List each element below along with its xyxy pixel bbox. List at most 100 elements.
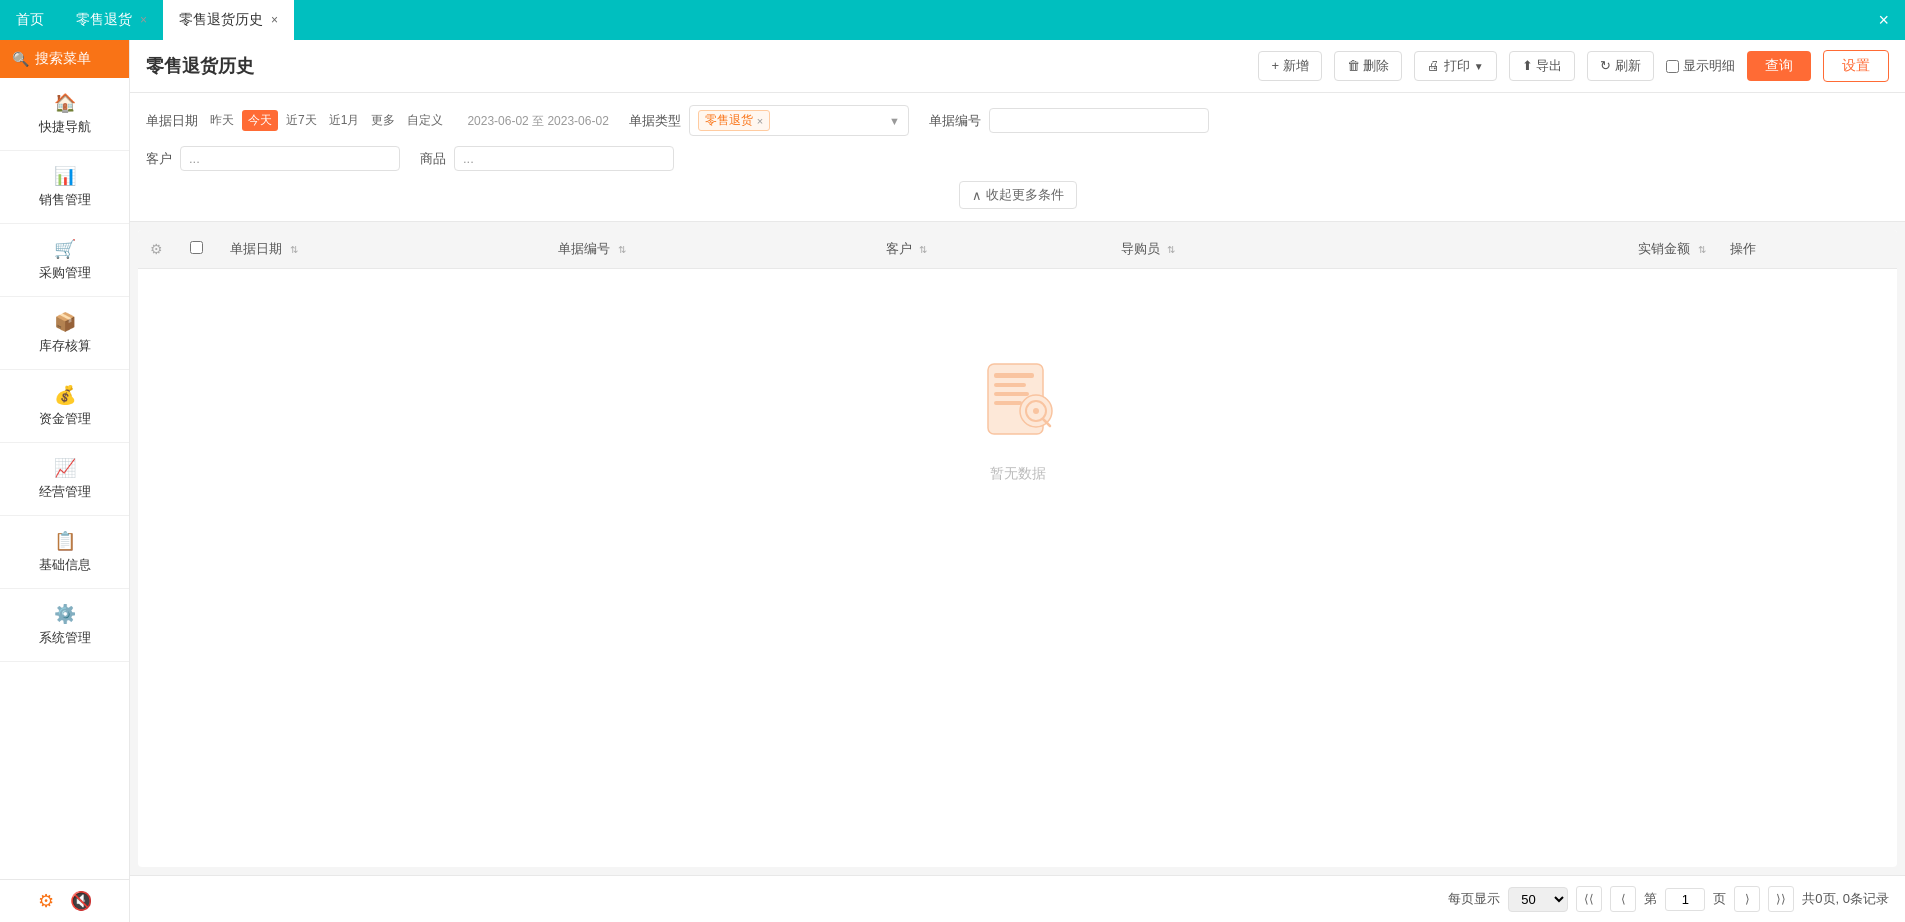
date-today[interactable]: 今天 — [242, 110, 278, 131]
sidebar-item-finance-label: 资金管理 — [39, 410, 91, 428]
page-input[interactable] — [1665, 888, 1705, 911]
sidebar-search[interactable]: 🔍 搜索菜单 — [0, 40, 129, 78]
date-more[interactable]: 更多 — [367, 110, 399, 131]
doc-type-tag-close[interactable]: × — [757, 115, 763, 127]
sidebar-item-sys-mgmt-label: 系统管理 — [39, 629, 91, 647]
main-layout: 🔍 搜索菜单 🏠 快捷导航 📊 销售管理 🛒 采购管理 📦 库存核算 💰 资金管… — [0, 40, 1905, 922]
sidebar-item-sales-mgmt[interactable]: 📊 销售管理 — [0, 151, 129, 224]
date-1month[interactable]: 近1月 — [325, 110, 364, 131]
tab-retail-return-close[interactable]: × — [140, 13, 147, 27]
tab-retail-return-history-label: 零售退货历史 — [179, 11, 263, 29]
show-detail-label: 显示明细 — [1666, 57, 1735, 75]
last-page-button[interactable]: ⟩⟩ — [1768, 886, 1794, 912]
collapse-row: ∧ 收起更多条件 — [146, 181, 1889, 209]
th-amount: 实销金额 ⇅ — [1390, 230, 1718, 269]
tab-home-label: 首页 — [16, 11, 44, 29]
sidebar-item-sys-mgmt[interactable]: ⚙️ 系统管理 — [0, 589, 129, 662]
sidebar-item-operations[interactable]: 📈 经营管理 — [0, 443, 129, 516]
table-settings-icon[interactable]: ⚙ — [150, 241, 163, 257]
th-amount-sort-icon[interactable]: ⇅ — [1698, 244, 1706, 255]
doc-type-select[interactable]: 零售退货 × ▼ — [689, 105, 909, 136]
page-size-select[interactable]: 50 10 20 100 — [1508, 887, 1568, 912]
page-unit: 页 — [1713, 890, 1726, 908]
mute-icon[interactable]: 🔇 — [70, 890, 92, 912]
tab-home[interactable]: 首页 — [0, 0, 60, 40]
query-button[interactable]: 查询 — [1747, 51, 1811, 81]
settings-button[interactable]: 设置 — [1823, 50, 1889, 82]
base-info-icon: 📋 — [54, 530, 76, 552]
date-yesterday[interactable]: 昨天 — [206, 110, 238, 131]
sidebar-item-base-info[interactable]: 📋 基础信息 — [0, 516, 129, 589]
empty-text: 暂无数据 — [990, 465, 1046, 483]
svg-rect-3 — [994, 392, 1029, 396]
tab-retail-return-history[interactable]: 零售退货历史 × — [163, 0, 294, 40]
collapse-button[interactable]: ∧ 收起更多条件 — [959, 181, 1077, 209]
table-body: 暂无数据 — [138, 269, 1897, 564]
date-7days[interactable]: 近7天 — [282, 110, 321, 131]
filter-area: 单据日期 昨天 今天 近7天 近1月 更多 自定义 2023-06-02 至 2… — [130, 93, 1905, 222]
sidebar-bottom: ⚙ 🔇 — [0, 879, 129, 922]
delete-button[interactable]: 🗑 删除 — [1334, 51, 1403, 81]
sidebar-item-purchase-mgmt-label: 采购管理 — [39, 264, 91, 282]
search-icon: 🔍 — [12, 51, 29, 67]
sidebar-item-inventory[interactable]: 📦 库存核算 — [0, 297, 129, 370]
sidebar-item-quick-nav[interactable]: 🏠 快捷导航 — [0, 78, 129, 151]
customer-filter: 客户 ... — [146, 146, 400, 171]
doc-type-tag-text: 零售退货 — [705, 112, 753, 129]
customer-dots: ... — [189, 151, 200, 166]
print-dropdown-icon: ▼ — [1474, 61, 1484, 72]
settings-bottom-icon[interactable]: ⚙ — [38, 890, 54, 912]
prev-page-button[interactable]: ⟨ — [1610, 886, 1636, 912]
sidebar-item-purchase-mgmt[interactable]: 🛒 采购管理 — [0, 224, 129, 297]
svg-point-8 — [1033, 408, 1039, 414]
table-header: ⚙ 单据日期 ⇅ 单据编号 ⇅ — [138, 230, 1897, 269]
new-button[interactable]: + 新增 — [1258, 51, 1321, 81]
doc-number-filter: 单据编号 — [929, 108, 1209, 133]
goods-label: 商品 — [420, 150, 446, 168]
print-button[interactable]: 🖨 打印 ▼ — [1414, 51, 1497, 81]
empty-state-illustration — [968, 349, 1068, 449]
goods-dots: ... — [463, 151, 474, 166]
customer-label: 客户 — [146, 150, 172, 168]
window-close-button[interactable]: × — [1862, 10, 1905, 31]
show-detail-checkbox[interactable] — [1666, 60, 1679, 73]
filter-row-1: 单据日期 昨天 今天 近7天 近1月 更多 自定义 2023-06-02 至 2… — [146, 105, 1889, 136]
tab-bar: 首页 零售退货 × 零售退货历史 × — [0, 0, 1862, 40]
th-salesperson-sort-icon[interactable]: ⇅ — [1167, 244, 1175, 255]
page-size-label: 每页显示 — [1448, 890, 1500, 908]
date-range-display: 2023-06-02 至 2023-06-02 — [467, 111, 608, 130]
svg-rect-4 — [994, 401, 1022, 405]
total-text: 共0页, 0条记录 — [1802, 890, 1889, 908]
doc-number-input[interactable] — [989, 108, 1209, 133]
filter-row-2: 客户 ... 商品 ... — [146, 146, 1889, 171]
th-date-sort-icon[interactable]: ⇅ — [290, 244, 298, 255]
sidebar-item-finance[interactable]: 💰 资金管理 — [0, 370, 129, 443]
refresh-button[interactable]: ↻ 刷新 — [1587, 51, 1654, 81]
goods-filter: 商品 ... — [420, 146, 674, 171]
first-page-button[interactable]: ⟨⟨ — [1576, 886, 1602, 912]
th-customer-sort-icon[interactable]: ⇅ — [919, 244, 927, 255]
th-doc-number-sort-icon[interactable]: ⇅ — [618, 244, 626, 255]
next-page-button[interactable]: ⟩ — [1734, 886, 1760, 912]
collapse-label: 收起更多条件 — [986, 186, 1064, 204]
date-custom[interactable]: 自定义 — [403, 110, 447, 131]
print-label: 🖨 打印 — [1427, 57, 1470, 75]
sidebar-item-sales-mgmt-label: 销售管理 — [39, 191, 91, 209]
customer-select[interactable]: ... — [180, 146, 400, 171]
export-button[interactable]: ⬆ 导出 — [1509, 51, 1576, 81]
svg-rect-1 — [994, 373, 1034, 378]
header-actions: + 新增 🗑 删除 🖨 打印 ▼ ⬆ 导出 ↻ 刷新 显示明细 查询 设置 — [1258, 50, 1889, 82]
goods-select[interactable]: ... — [454, 146, 674, 171]
date-filter: 单据日期 昨天 今天 近7天 近1月 更多 自定义 — [146, 110, 447, 131]
th-date-label: 单据日期 — [230, 241, 282, 256]
tab-retail-return[interactable]: 零售退货 × — [60, 0, 163, 40]
tab-retail-return-history-close[interactable]: × — [271, 13, 278, 27]
sidebar-item-operations-label: 经营管理 — [39, 483, 91, 501]
sidebar-search-label: 搜索菜单 — [35, 50, 91, 68]
th-amount-label: 实销金额 — [1638, 241, 1690, 256]
data-table: ⚙ 单据日期 ⇅ 单据编号 ⇅ — [138, 230, 1897, 563]
sidebar-item-base-info-label: 基础信息 — [39, 556, 91, 574]
select-all-checkbox[interactable] — [190, 241, 203, 254]
purchase-icon: 🛒 — [54, 238, 76, 260]
show-detail-text: 显示明细 — [1683, 57, 1735, 75]
